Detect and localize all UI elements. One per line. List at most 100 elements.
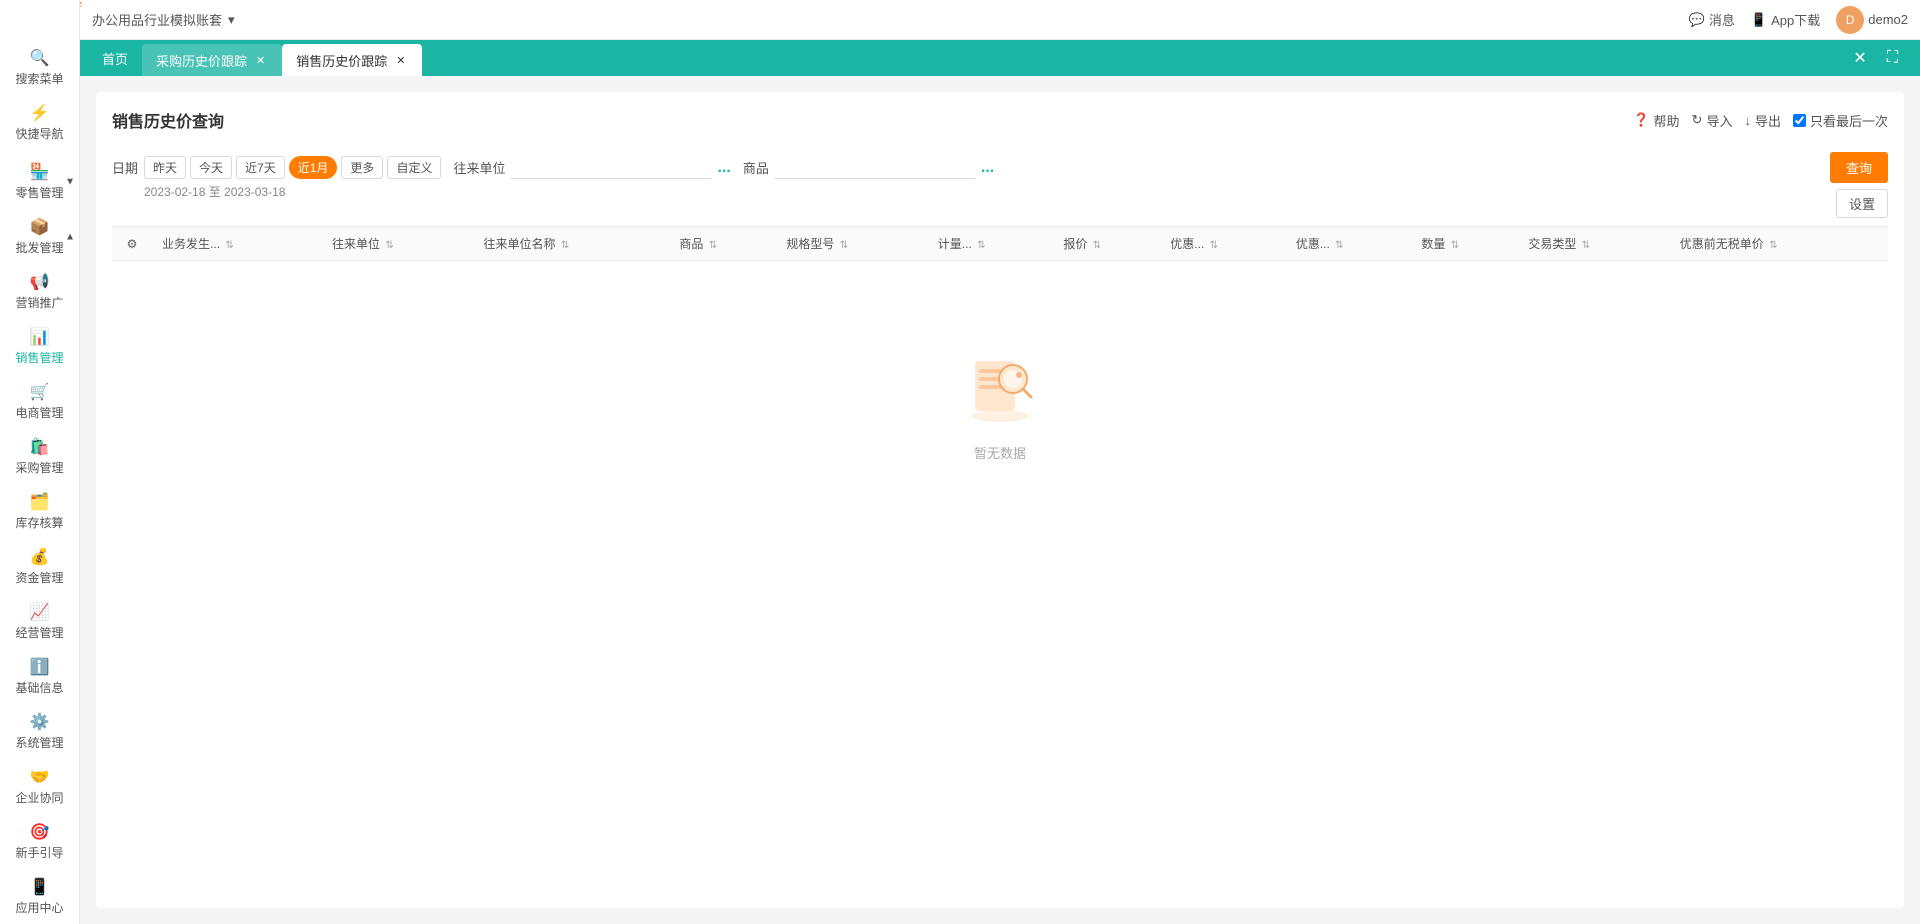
sort-icon: ⇅ bbox=[1769, 240, 1777, 251]
date-label: 日期 bbox=[112, 158, 138, 177]
date-btn-last1m[interactable]: 近1月 bbox=[289, 156, 338, 179]
sidebar-item-label: 快捷导航 bbox=[15, 125, 63, 142]
wholesale-icon: 📦 bbox=[30, 217, 50, 237]
sidebar-item-marketing[interactable]: 📢 营销推广 bbox=[0, 264, 79, 319]
export-label: 导出 bbox=[1755, 111, 1781, 130]
partner-input[interactable] bbox=[511, 157, 711, 179]
page-header: 销售历史价查询 ❓ 帮助 ↻ 导入 ↓ 导出 只看最后一次 bbox=[112, 108, 1888, 132]
download-label: App下载 bbox=[1771, 10, 1820, 29]
export-icon: ↓ bbox=[1744, 113, 1751, 128]
sort-icon: ⇅ bbox=[1210, 240, 1218, 251]
col-partner-name[interactable]: 往来单位名称 ⇅ bbox=[473, 227, 669, 261]
purchase-icon: 🛍️ bbox=[30, 437, 50, 457]
top-bar-actions: 💬 消息 📱 App下载 D demo2 bbox=[1689, 6, 1908, 34]
date-btn-custom[interactable]: 自定义 bbox=[387, 156, 441, 179]
date-options: 昨天 今天 近7天 近1月 更多 自定义 bbox=[144, 156, 441, 179]
only-last-check[interactable]: 只看最后一次 bbox=[1793, 111, 1888, 130]
col-partner-code[interactable]: 往来单位 ⇅ bbox=[322, 227, 473, 261]
sidebar-item-finance[interactable]: 💰 资金管理 bbox=[0, 539, 79, 594]
tab-close-icon[interactable]: ✕ bbox=[393, 53, 408, 68]
import-action[interactable]: ↻ 导入 bbox=[1692, 111, 1733, 130]
sort-icon: ⇅ bbox=[1451, 240, 1459, 251]
tab-sales-history[interactable]: 销售历史价跟踪 ✕ bbox=[282, 44, 422, 76]
marketing-icon: 📢 bbox=[30, 272, 50, 292]
sidebar-item-inventory[interactable]: 🗂️ 库存核算 bbox=[0, 484, 79, 539]
sidebar-item-label: 库存核算 bbox=[15, 514, 63, 531]
filter-actions: 查询 设置 bbox=[1830, 148, 1888, 218]
col-trade-type[interactable]: 交易类型 ⇅ bbox=[1518, 227, 1669, 261]
sort-icon: ⇅ bbox=[561, 240, 569, 251]
date-btn-more[interactable]: 更多 bbox=[341, 156, 383, 179]
export-action[interactable]: ↓ 导出 bbox=[1744, 111, 1781, 130]
date-btn-today[interactable]: 今天 bbox=[190, 156, 232, 179]
tab-label: 采购历史价跟踪 bbox=[156, 51, 247, 70]
dropdown-chevron-icon[interactable]: ▾ bbox=[228, 12, 235, 28]
partner-dots[interactable]: ... bbox=[717, 159, 730, 177]
col-quantity[interactable]: 数量 ⇅ bbox=[1411, 227, 1518, 261]
tab-maximize-icon[interactable]: ⛶ bbox=[1881, 47, 1904, 69]
col-biz-date[interactable]: 业务发生... ⇅ bbox=[152, 227, 322, 261]
user-action[interactable]: D demo2 bbox=[1836, 6, 1908, 34]
sort-icon: ⇅ bbox=[1335, 240, 1343, 251]
col-price[interactable]: 报价 ⇅ bbox=[1053, 227, 1160, 261]
sidebar-item-enterprise-coop[interactable]: 🤝 企业协同 bbox=[0, 759, 79, 814]
operations-icon: 📈 bbox=[30, 602, 50, 622]
date-btn-yesterday[interactable]: 昨天 bbox=[144, 156, 186, 179]
sidebar-item-system[interactable]: ⚙️ 系统管理 bbox=[0, 704, 79, 759]
col-pretax-price[interactable]: 优惠前无税单价 ⇅ bbox=[1670, 227, 1888, 261]
partner-label: 往来单位 bbox=[453, 158, 505, 177]
basic-info-icon: ℹ️ bbox=[30, 657, 50, 677]
query-button[interactable]: 查询 bbox=[1830, 152, 1888, 183]
sort-icon: ⇅ bbox=[225, 240, 233, 251]
help-action[interactable]: ❓ 帮助 bbox=[1633, 111, 1679, 130]
settings-button[interactable]: 设置 bbox=[1836, 189, 1888, 218]
coop-icon: 🤝 bbox=[30, 767, 50, 787]
product-input[interactable] bbox=[775, 157, 975, 179]
ecommerce-icon: 🛒 bbox=[30, 382, 50, 402]
chevron-up-icon: ▲ bbox=[65, 231, 75, 242]
sidebar-item-retail-mgmt[interactable]: 🏪 零售管理 ▼ bbox=[0, 154, 79, 209]
download-action[interactable]: 📱 App下载 bbox=[1751, 10, 1820, 29]
sidebar-item-sales-mgmt[interactable]: 📊 销售管理 bbox=[0, 319, 79, 374]
sidebar-item-app-center[interactable]: 📱 应用中心 bbox=[0, 869, 79, 924]
tab-purchase-history[interactable]: 采购历史价跟踪 ✕ bbox=[142, 44, 282, 76]
col-product[interactable]: 商品 ⇅ bbox=[669, 227, 776, 261]
tab-close-all-icon[interactable]: ✕ bbox=[1847, 46, 1872, 70]
sidebar-item-label: 资金管理 bbox=[15, 569, 63, 586]
product-dots[interactable]: ... bbox=[981, 159, 994, 177]
download-icon: 📱 bbox=[1751, 12, 1767, 28]
sort-icon: ⇅ bbox=[977, 240, 985, 251]
col-unit[interactable]: 计量... ⇅ bbox=[928, 227, 1054, 261]
app-title[interactable]: 办公用品行业模拟账套 ▾ bbox=[92, 10, 1689, 29]
table-header-row: ⚙ 业务发生... ⇅ 往来单位 ⇅ 往来单位名称 ⇅ bbox=[112, 227, 1888, 261]
page-title: 销售历史价查询 bbox=[112, 108, 224, 132]
sidebar-item-ecommerce[interactable]: 🛒 电商管理 bbox=[0, 374, 79, 429]
sidebar-item-quick-nav[interactable]: ⚡ 快捷导航 bbox=[0, 95, 79, 150]
empty-illustration bbox=[955, 341, 1045, 431]
sidebar-item-label: 新手引导 bbox=[15, 844, 63, 861]
sidebar-item-beginner[interactable]: 🎯 新手引导 bbox=[0, 814, 79, 869]
sidebar-item-label: 采购管理 bbox=[15, 459, 63, 476]
col-settings[interactable]: ⚙ bbox=[112, 227, 152, 261]
dropdown-title: 办公用品行业模拟账套 bbox=[92, 10, 222, 29]
col-spec[interactable]: 规格型号 ⇅ bbox=[776, 227, 927, 261]
sidebar-item-label: 销售管理 bbox=[15, 349, 63, 366]
page-actions: ❓ 帮助 ↻ 导入 ↓ 导出 只看最后一次 bbox=[1633, 111, 1888, 130]
col-discount1[interactable]: 优惠... ⇅ bbox=[1160, 227, 1286, 261]
sidebar-item-operations[interactable]: 📈 经营管理 bbox=[0, 594, 79, 649]
data-table: ⚙ 业务发生... ⇅ 往来单位 ⇅ 往来单位名称 ⇅ bbox=[112, 226, 1888, 261]
sidebar-item-basic-info[interactable]: ℹ️ 基础信息 bbox=[0, 649, 79, 704]
sidebar-item-purchase-mgmt[interactable]: 🛍️ 采购管理 bbox=[0, 429, 79, 484]
tab-close-icon[interactable]: ✕ bbox=[253, 53, 268, 68]
app-center-icon: 📱 bbox=[30, 877, 50, 897]
sidebar-item-search-menu[interactable]: 🔍 搜索菜单 bbox=[0, 40, 79, 95]
date-btn-last7[interactable]: 近7天 bbox=[236, 156, 285, 179]
sidebar-item-wholesale-mgmt[interactable]: 📦 批发管理 ▲ bbox=[0, 209, 79, 264]
tab-label: 首页 bbox=[102, 49, 128, 68]
message-action[interactable]: 💬 消息 bbox=[1689, 10, 1735, 29]
only-last-checkbox[interactable] bbox=[1793, 114, 1806, 127]
help-icon: ❓ bbox=[1633, 112, 1649, 128]
sales-icon: 📊 bbox=[30, 327, 50, 347]
tab-home[interactable]: 首页 bbox=[88, 40, 142, 76]
col-discount2[interactable]: 优惠... ⇅ bbox=[1286, 227, 1412, 261]
